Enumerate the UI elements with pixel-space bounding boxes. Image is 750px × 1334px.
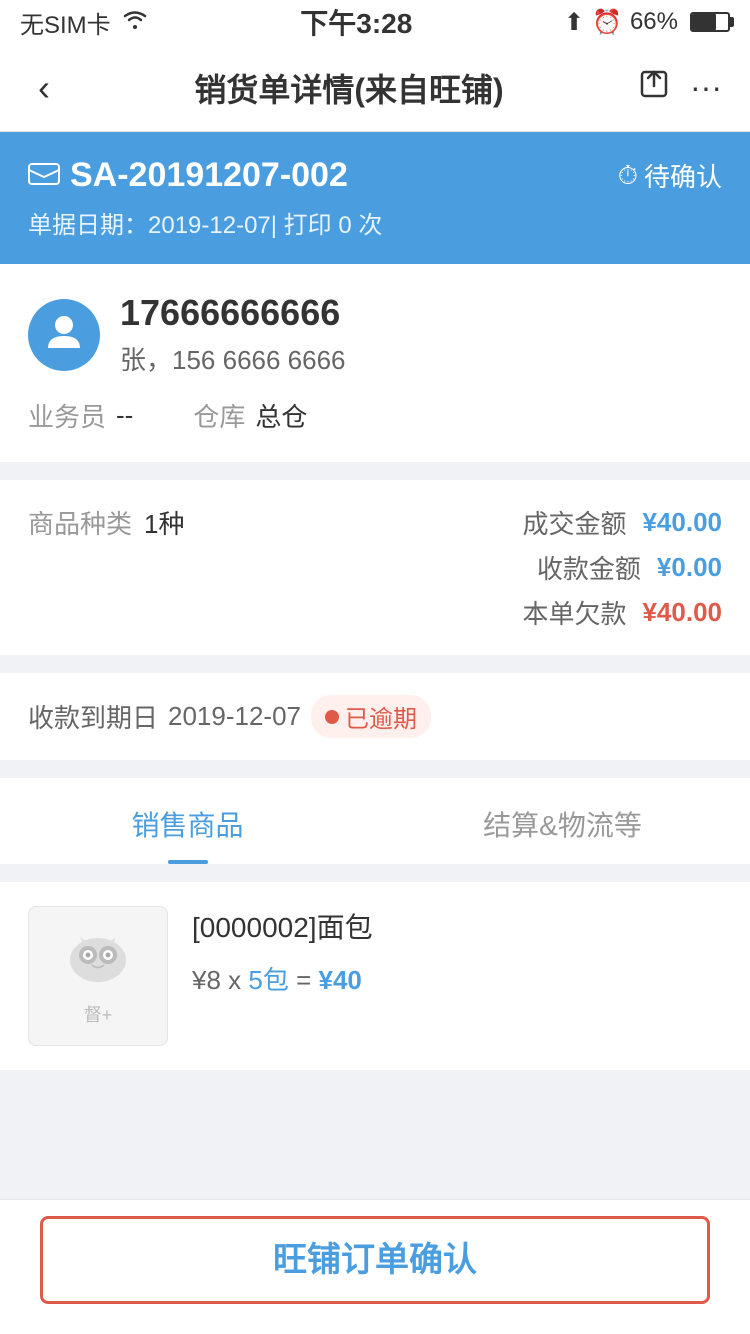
order-header-card: SA-20191207-002 ⏱ 待确认 单据日期：2019-12-07| 打… (0, 132, 750, 264)
transaction-row: 成交金额 ¥40.00 (522, 504, 722, 541)
share-icon[interactable] (638, 68, 670, 108)
status-time: 下午3:28 (300, 2, 412, 42)
page-title: 销货单详情(来自旺铺) (194, 65, 503, 111)
product-card: 督+ [0000002]面包 ¥8 x 5包 = ¥40 (0, 882, 750, 1070)
battery-icon (690, 12, 730, 32)
order-date: 单据日期：2019-12-07| 打印 0 次 (28, 205, 722, 240)
summary-card: 商品种类 1种 成交金额 ¥40.00 收款金额 ¥0.00 本单欠款 ¥40.… (0, 480, 750, 655)
more-icon[interactable]: ··· (690, 69, 722, 106)
avatar (28, 299, 100, 371)
payment-label: 收款金额 (537, 549, 641, 586)
product-thumb-label: 督+ (84, 1001, 113, 1027)
status-time-icon: ⏱ (618, 160, 638, 192)
tabs-bar: 销售商品 结算&物流等 (0, 778, 750, 864)
alarm-icon: ⏰ (592, 8, 622, 37)
tab-settlement[interactable]: 结算&物流等 (375, 778, 750, 864)
order-id: SA-20191207-002 (28, 156, 348, 195)
product-name: [0000002]面包 (192, 906, 722, 946)
product-quantity: 5包 (248, 965, 288, 995)
product-owl-icon (58, 925, 138, 997)
tab-sales-product[interactable]: 销售商品 (0, 778, 375, 864)
product-unit-price: ¥8 (192, 965, 221, 995)
summary-right: 成交金额 ¥40.00 收款金额 ¥0.00 本单欠款 ¥40.00 (522, 504, 722, 631)
overdue-text: 已逾期 (345, 699, 417, 734)
product-price: ¥8 x 5包 = ¥40 (192, 960, 722, 997)
customer-meta: 业务员 -- 仓库 总仓 (28, 397, 722, 434)
warehouse-item: 仓库 总仓 (193, 397, 307, 434)
order-icon (28, 156, 60, 195)
customer-top: 17666666666 张，156 6666 6666 (28, 292, 722, 377)
confirm-button-wrapper: 旺铺订单确认 (0, 1199, 750, 1334)
avatar-icon (44, 310, 84, 360)
salesperson-item: 业务员 -- (28, 397, 133, 434)
product-total: ¥40 (319, 965, 362, 995)
nav-bar: ‹ 销货单详情(来自旺铺) ··· (0, 44, 750, 132)
due-date-value: 2019-12-07 (168, 701, 301, 732)
salesperson-value: -- (116, 400, 133, 431)
confirm-button[interactable]: 旺铺订单确认 (40, 1216, 710, 1304)
warehouse-value: 总仓 (255, 397, 307, 434)
customer-name: 张，156 6666 6666 (120, 340, 346, 377)
warehouse-label: 仓库 (193, 397, 245, 434)
transaction-label: 成交金额 (522, 504, 626, 541)
due-date-label: 收款到期日 (28, 698, 158, 735)
status-right: ⬆ ⏰ 66% (564, 8, 730, 37)
customer-card: 17666666666 张，156 6666 6666 业务员 -- 仓库 总仓 (0, 264, 750, 462)
payment-value: ¥0.00 (657, 552, 722, 583)
carrier-text: 无SIM卡 (20, 5, 111, 40)
owed-value: ¥40.00 (642, 597, 722, 628)
product-thumbnail: 督+ (28, 906, 168, 1046)
overdue-dot-icon (325, 710, 339, 724)
summary-category: 商品种类 1种 (28, 504, 184, 541)
category-value: 1种 (144, 504, 184, 541)
product-equal-sign: = (296, 965, 318, 995)
summary-left: 商品种类 1种 (28, 504, 184, 541)
customer-phone: 17666666666 (120, 292, 346, 334)
salesperson-label: 业务员 (28, 397, 106, 434)
payment-row: 收款金额 ¥0.00 (537, 549, 722, 586)
category-label: 商品种类 (28, 504, 132, 541)
back-button[interactable]: ‹ (28, 57, 60, 119)
due-date-card: 收款到期日 2019-12-07 已逾期 (0, 673, 750, 760)
location-icon: ⬆ (564, 8, 584, 37)
wifi-icon (121, 8, 149, 36)
product-multiply-sign: x (228, 965, 248, 995)
transaction-value: ¥40.00 (642, 507, 722, 538)
owed-row: 本单欠款 ¥40.00 (522, 594, 722, 631)
order-header-top: SA-20191207-002 ⏱ 待确认 (28, 156, 722, 195)
battery-percent: 66% (630, 8, 678, 36)
status-left: 无SIM卡 (20, 5, 149, 40)
order-status: ⏱ 待确认 (618, 157, 722, 194)
customer-info: 17666666666 张，156 6666 6666 (120, 292, 346, 377)
owed-label: 本单欠款 (522, 594, 626, 631)
nav-actions: ··· (638, 68, 722, 108)
status-bar: 无SIM卡 下午3:28 ⬆ ⏰ 66% (0, 0, 750, 44)
product-info: [0000002]面包 ¥8 x 5包 = ¥40 (192, 906, 722, 997)
overdue-badge: 已逾期 (311, 695, 431, 738)
